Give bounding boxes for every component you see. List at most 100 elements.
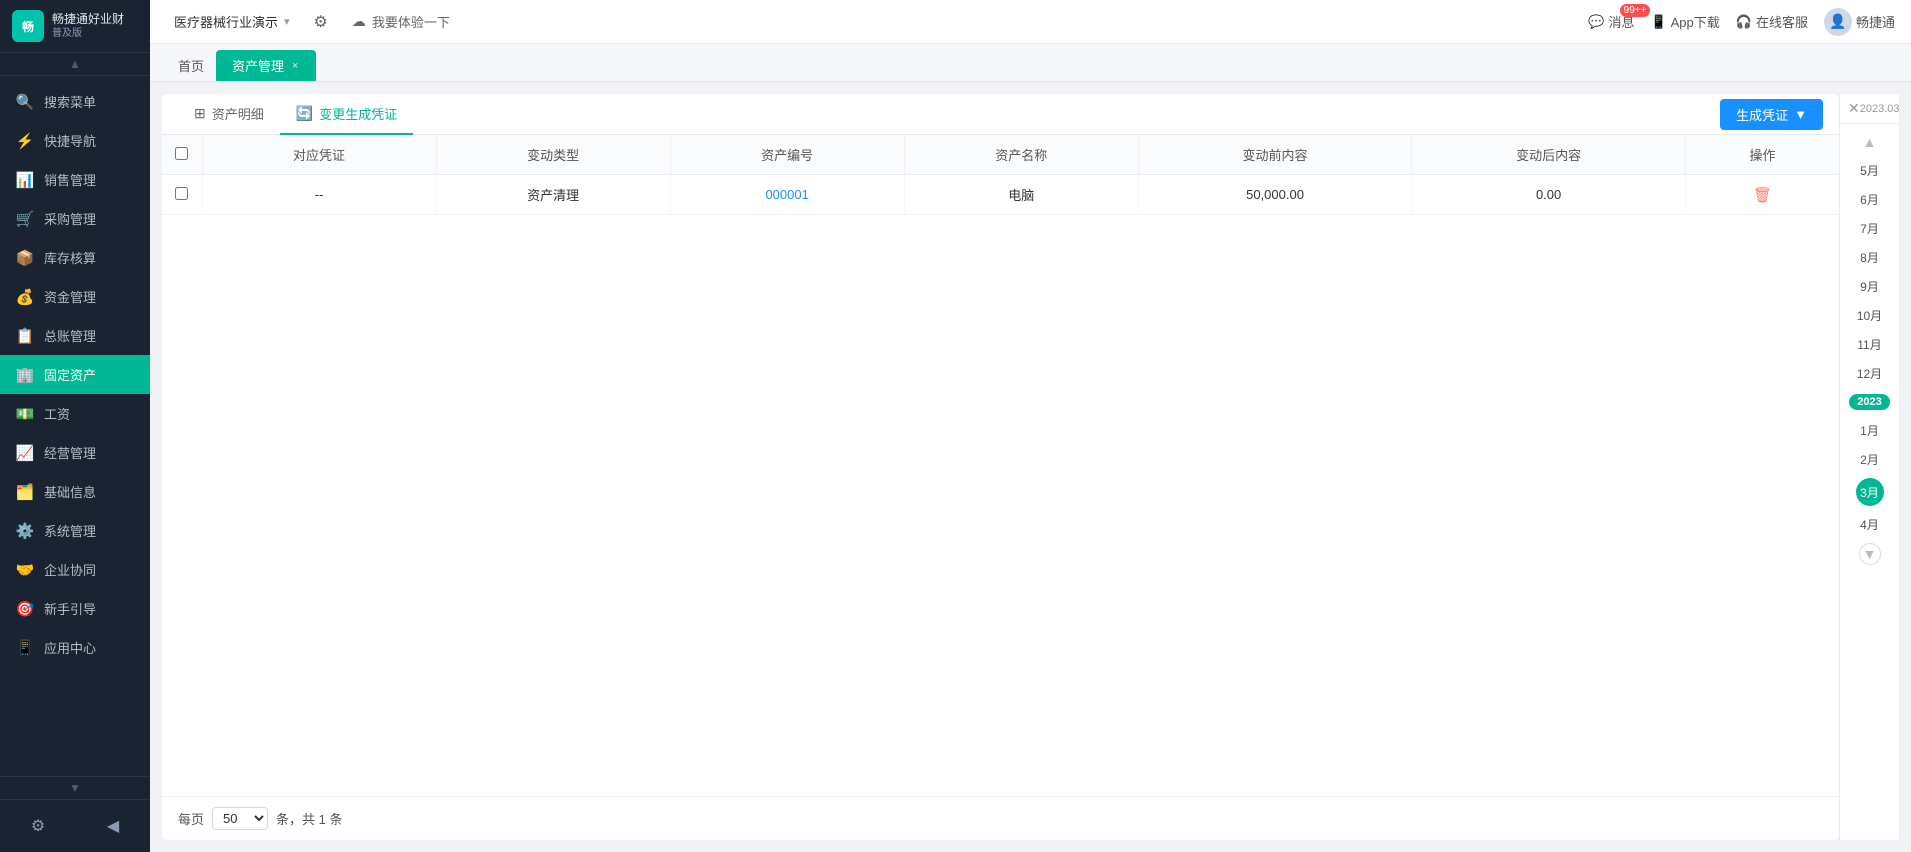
month-9[interactable]: 9月 (1840, 272, 1899, 301)
td-before-change: 50,000.00 (1138, 175, 1412, 215)
sidebar-item-system[interactable]: ⚙️ 系统管理 (0, 511, 150, 550)
per-page-select[interactable]: 10 20 50 100 (212, 807, 268, 830)
tab-close-icon[interactable]: × (290, 59, 300, 73)
cart-icon: 🛒 (16, 210, 34, 228)
table-row: -- 资产清理 000001 电脑 50,000.00 0.00 🗑 (162, 175, 1839, 215)
sidebar-item-sales[interactable]: 📊 销售管理 (0, 160, 150, 199)
search-icon: 🔍 (16, 93, 34, 111)
sub-tab-asset-detail[interactable]: ⊞ 资产明细 (178, 94, 280, 135)
logo-text: 畅捷通好业财 普及版 (52, 12, 124, 41)
collapse-sidebar-btn[interactable]: ◀ (101, 810, 125, 842)
sidebar-item-purchase[interactable]: 🛒 采购管理 (0, 199, 150, 238)
th-action: 操作 (1685, 135, 1839, 175)
table-wrapper: 对应凭证 变动类型 资产编号 资产名称 变动前内容 变动后内容 操作 (162, 135, 1839, 796)
sidebar-item-inventory[interactable]: 📦 库存核算 (0, 238, 150, 277)
sidebar-scroll-down[interactable]: ▼ (69, 781, 81, 795)
th-checkbox (162, 135, 202, 175)
sub-tab-change-voucher[interactable]: 🔄 变更生成凭证 (280, 94, 413, 135)
main-area: 医疗器械行业演示 ▾ ⚙ ☁ 我要体验一下 💬 消息 99+ 📱 App下载 🎧… (150, 0, 1911, 852)
guide-icon: 🎯 (16, 600, 34, 618)
sidebar-footer: ⚙ ◀ (0, 799, 150, 852)
month-12[interactable]: 12月 (1840, 359, 1899, 388)
td-voucher: -- (202, 175, 436, 215)
sidebar-item-app-center[interactable]: 📱 应用中心 (0, 628, 150, 667)
experience-btn[interactable]: ☁ 我要体验一下 (344, 8, 458, 35)
company-chevron-icon: ▾ (284, 15, 290, 28)
td-asset-name: 电脑 (904, 175, 1138, 215)
sidebar-item-guide[interactable]: 🎯 新手引导 (0, 589, 150, 628)
generate-voucher-btn[interactable]: 生成凭证 ▼ (1720, 99, 1823, 130)
sidebar-item-finance[interactable]: 💰 资金管理 (0, 277, 150, 316)
row-checkbox[interactable] (175, 187, 188, 200)
dropdown-icon: ▼ (1794, 107, 1807, 122)
sidebar-item-search[interactable]: 🔍 搜索菜单 (0, 82, 150, 121)
sidebar-item-salary[interactable]: 💵 工资 (0, 394, 150, 433)
message-icon: 💬 (1588, 14, 1604, 30)
th-before-change: 变动前内容 (1138, 135, 1412, 175)
sub-tabs: ⊞ 资产明细 🔄 变更生成凭证 生成凭证 ▼ (162, 94, 1839, 135)
month-10[interactable]: 10月 (1840, 301, 1899, 330)
topbar-settings-icon[interactable]: ⚙ (310, 8, 332, 36)
content-area: ⊞ 资产明细 🔄 变更生成凭证 生成凭证 ▼ (150, 82, 1911, 852)
topbar: 医疗器械行业演示 ▾ ⚙ ☁ 我要体验一下 💬 消息 99+ 📱 App下载 🎧… (150, 0, 1911, 44)
phone-icon: 📱 (1650, 14, 1666, 30)
pagination-bar: 每页 10 20 50 100 条，共 1 条 (162, 796, 1839, 840)
tab-home[interactable]: 首页 (166, 50, 216, 81)
ledger-icon: 📋 (16, 327, 34, 345)
tab-asset-management[interactable]: 资产管理 × (216, 50, 316, 81)
logo-icon: 畅 (12, 10, 44, 42)
month-scroll-up[interactable]: ▲ (1840, 128, 1899, 156)
td-checkbox (162, 175, 202, 215)
sidebar-item-base-info[interactable]: 🗂️ 基础信息 (0, 472, 150, 511)
right-panel: ✕ 2023.03 ⤢ ▲ 5月 6月 7月 8月 9月 10月 11月 12月… (1839, 94, 1899, 840)
month-8[interactable]: 8月 (1840, 243, 1899, 272)
sidebar-item-ledger[interactable]: 📋 总账管理 (0, 316, 150, 355)
company-selector[interactable]: 医疗器械行业演示 ▾ (166, 8, 298, 35)
app-download-btn[interactable]: 📱 App下载 (1650, 12, 1719, 31)
sidebar-logo: 畅 畅捷通好业财 普及版 (0, 0, 150, 53)
month-5[interactable]: 5月 (1840, 156, 1899, 185)
sidebar-item-enterprise[interactable]: 🤝 企业协同 (0, 550, 150, 589)
avatar: 👤 (1824, 8, 1852, 36)
month-3-active[interactable]: 3月 (1856, 478, 1884, 506)
month-6[interactable]: 6月 (1840, 185, 1899, 214)
year-badge[interactable]: 2023 (1849, 394, 1889, 410)
online-service-btn[interactable]: 🎧 在线客服 (1736, 12, 1808, 31)
month-list: ▲ 5月 6月 7月 8月 9月 10月 11月 12月 2023 1月 2月 … (1840, 124, 1899, 840)
month-1[interactable]: 1月 (1840, 416, 1899, 445)
settings-footer-btn[interactable]: ⚙ (25, 810, 51, 842)
select-all-checkbox[interactable] (175, 147, 188, 160)
app-icon: 📱 (16, 639, 34, 657)
month-7[interactable]: 7月 (1840, 214, 1899, 243)
sidebar-nav: 🔍 搜索菜单 ⚡ 快捷导航 📊 销售管理 🛒 采购管理 📦 库存核算 💰 资金管… (0, 76, 150, 776)
sidebar-item-quick-nav[interactable]: ⚡ 快捷导航 (0, 121, 150, 160)
enterprise-icon: 🤝 (16, 561, 34, 579)
right-panel-close-btn[interactable]: ✕ (1848, 100, 1860, 117)
management-icon: 📈 (16, 444, 34, 462)
change-icon: 🔄 (296, 105, 313, 122)
user-profile-btn[interactable]: 👤 畅捷通 (1824, 8, 1895, 36)
th-after-change: 变动后内容 (1412, 135, 1686, 175)
month-4[interactable]: 4月 (1840, 510, 1899, 539)
sidebar-scroll-up[interactable]: ▲ (69, 57, 81, 71)
folder-icon: 🗂️ (16, 483, 34, 501)
delete-row-btn[interactable]: 🗑 (1753, 187, 1772, 204)
td-change-type: 资产清理 (436, 175, 670, 215)
month-11[interactable]: 11月 (1840, 330, 1899, 359)
month-scroll-down[interactable]: ▼ (1840, 539, 1899, 569)
table-icon: ⊞ (194, 105, 206, 122)
td-asset-code: 000001 (670, 175, 904, 215)
th-voucher: 对应凭证 (202, 135, 436, 175)
sidebar-item-fixed-assets[interactable]: 🏢 固定资产 (0, 355, 150, 394)
main-card: ⊞ 资产明细 🔄 变更生成凭证 生成凭证 ▼ (162, 94, 1839, 840)
messages-btn[interactable]: 💬 消息 99+ (1588, 12, 1634, 31)
sidebar: 畅 畅捷通好业财 普及版 ▲ 🔍 搜索菜单 ⚡ 快捷导航 📊 销售管理 🛒 采购… (0, 0, 150, 852)
sidebar-item-management[interactable]: 📈 经营管理 (0, 433, 150, 472)
cloud-icon: ☁ (352, 13, 366, 30)
chart-icon: 📊 (16, 171, 34, 189)
td-after-change: 0.00 (1412, 175, 1686, 215)
data-table: 对应凭证 变动类型 资产编号 资产名称 变动前内容 变动后内容 操作 (162, 135, 1839, 215)
month-2[interactable]: 2月 (1840, 445, 1899, 474)
sub-tab-actions: 生成凭证 ▼ (1720, 99, 1823, 130)
topbar-right: 💬 消息 99+ 📱 App下载 🎧 在线客服 👤 畅捷通 (1588, 8, 1895, 36)
